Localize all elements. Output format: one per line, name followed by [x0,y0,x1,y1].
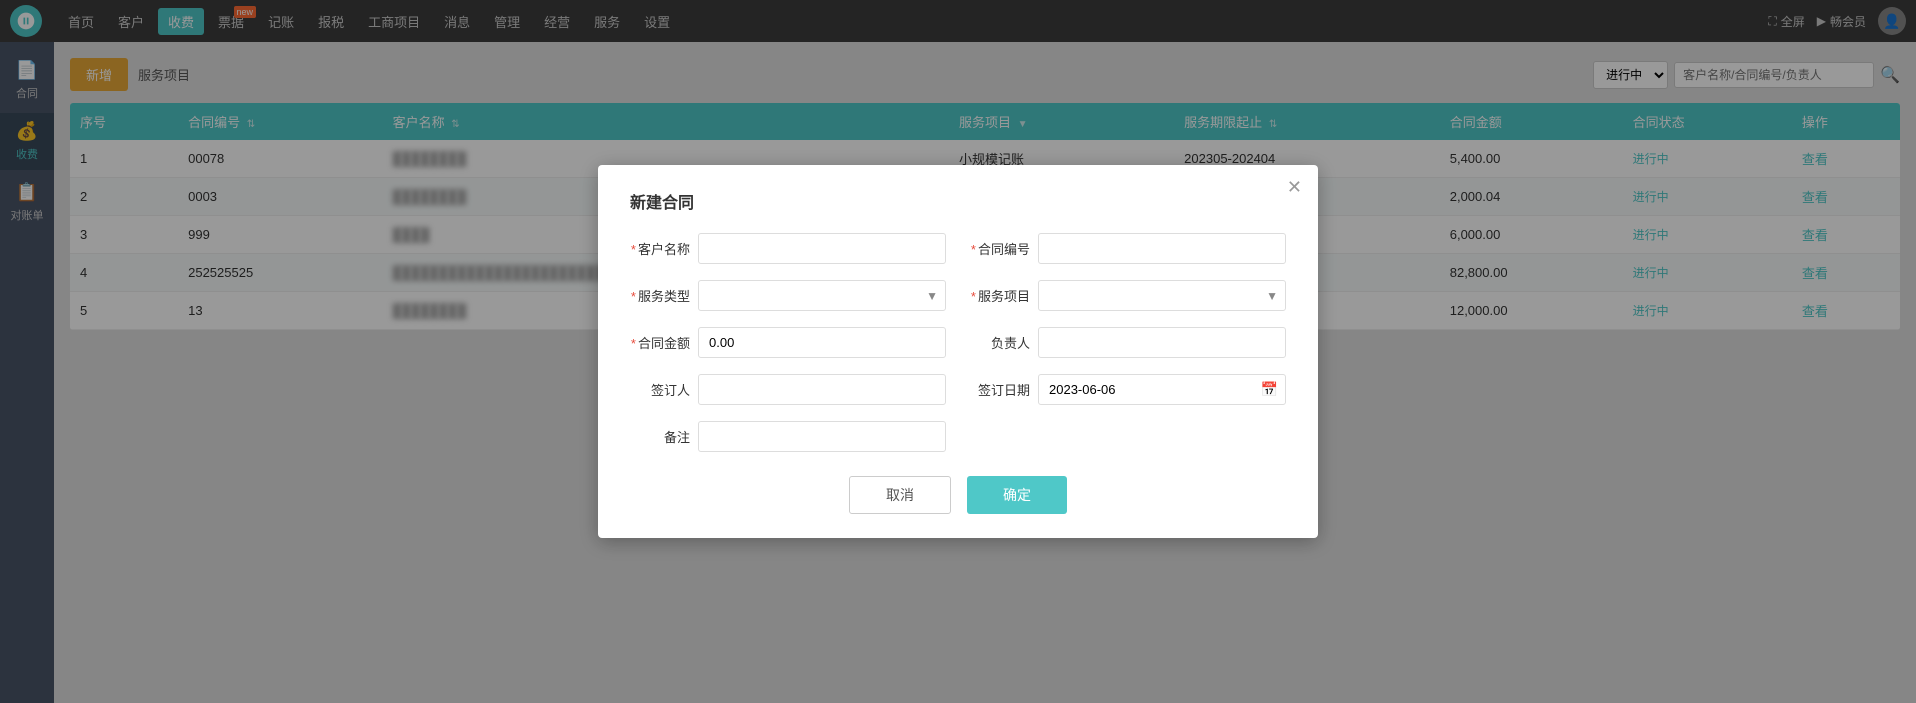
field-signer: 签订人 [630,374,946,405]
signer-input[interactable] [698,374,946,405]
contract-amount-label: *合同金额 [630,333,690,352]
customer-name-input[interactable] [698,233,946,264]
contract-amount-input[interactable] [698,327,946,358]
dialog-close-button[interactable]: ✕ [1287,177,1302,198]
field-service-type: *服务类型 ▼ [630,280,946,311]
note-input[interactable] [698,421,946,452]
service-type-wrapper: ▼ [698,280,946,311]
dialog-title: 新建合同 [630,189,1286,213]
field-sign-date: 签订日期 📅 [970,374,1286,405]
contract-no-label: *合同编号 [970,239,1030,258]
sign-date-wrapper: 📅 [1038,374,1286,405]
confirm-button[interactable]: 确定 [967,476,1067,514]
signer-label: 签订人 [630,380,690,399]
dialog-footer: 取消 确定 [630,476,1286,514]
service-type-select[interactable] [698,280,946,311]
field-responsible: 负责人 [970,327,1286,358]
sign-date-label: 签订日期 [970,380,1030,399]
service-item-label: *服务项目 [970,286,1030,305]
form-row-3: *合同金额 负责人 [630,327,1286,358]
cancel-button[interactable]: 取消 [849,476,951,514]
responsible-input[interactable] [1038,327,1286,358]
form-row-5: 备注 [630,421,1286,452]
customer-name-label: *客户名称 [630,239,690,258]
sign-date-input[interactable] [1038,374,1286,405]
note-label: 备注 [630,427,690,446]
service-item-select[interactable] [1038,280,1286,311]
field-contract-no: *合同编号 [970,233,1286,264]
service-type-label: *服务类型 [630,286,690,305]
form-row-4: 签订人 签订日期 📅 [630,374,1286,405]
field-note: 备注 [630,421,946,452]
new-contract-dialog: ✕ 新建合同 *客户名称 *合同编号 *服务类型 [598,165,1318,538]
field-contract-amount: *合同金额 [630,327,946,358]
service-item-wrapper: ▼ [1038,280,1286,311]
responsible-label: 负责人 [970,333,1030,352]
form-row-2: *服务类型 ▼ *服务项目 ▼ [630,280,1286,311]
field-customer-name: *客户名称 [630,233,946,264]
dialog-overlay: ✕ 新建合同 *客户名称 *合同编号 *服务类型 [0,0,1916,703]
field-service-item: *服务项目 ▼ [970,280,1286,311]
contract-no-input[interactable] [1038,233,1286,264]
form-row-1: *客户名称 *合同编号 [630,233,1286,264]
